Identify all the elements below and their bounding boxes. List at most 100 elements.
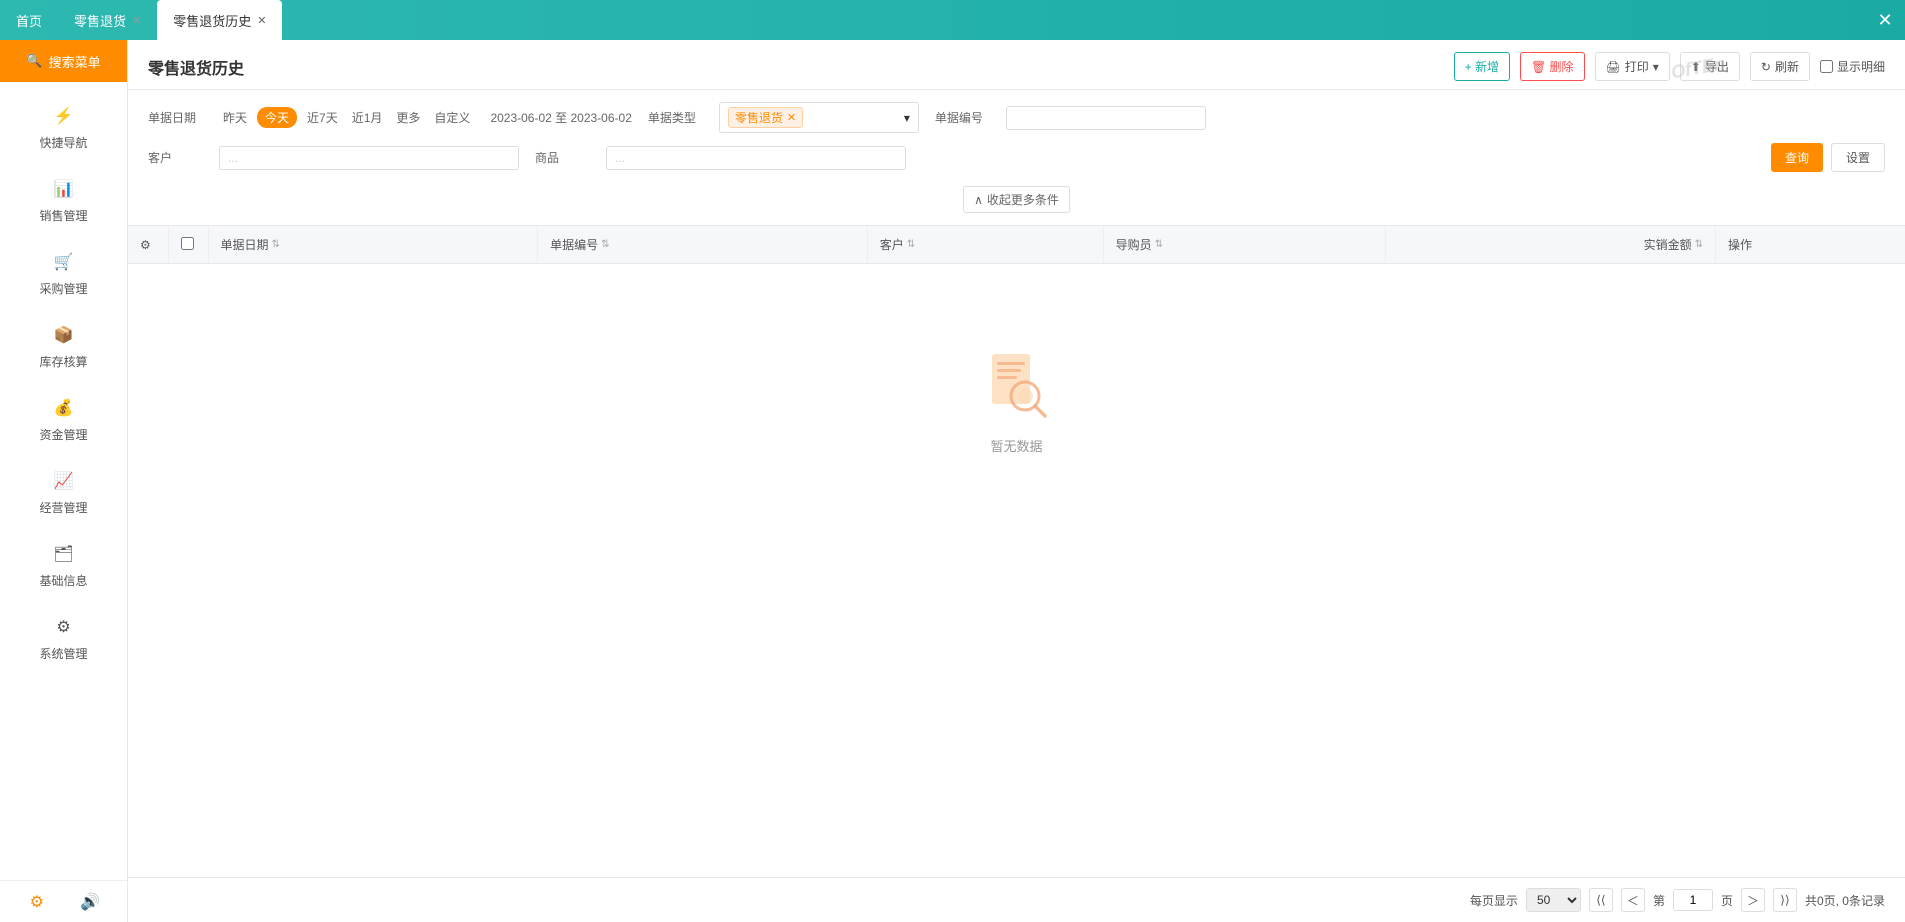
date-btn-today[interactable]: 今天 (257, 107, 297, 128)
tab-home[interactable]: 首页 (0, 0, 58, 40)
refresh-button[interactable]: ↻ 刷新 (1750, 52, 1810, 81)
sidebar-nav: ⚡ 快捷导航 📊 销售管理 🛒 采购管理 📦 库存核算 💰 资金管理 📈 (0, 82, 127, 880)
sidebar-item-operations[interactable]: 📈 经营管理 (0, 455, 127, 528)
last-page-button[interactable]: ⟩⟩ (1773, 888, 1797, 912)
window-close-button[interactable]: ✕ (1865, 0, 1905, 40)
sidebar-item-label: 库存核算 (39, 353, 87, 370)
voucher-type-tag-close[interactable]: ✕ (787, 111, 796, 124)
date-range-display: 2023-06-02 至 2023-06-02 (490, 109, 631, 126)
page-label-prefix: 第 (1653, 892, 1665, 909)
sidebar-item-sales[interactable]: 📊 销售管理 (0, 163, 127, 236)
page-size-select[interactable]: 20 50 100 (1526, 888, 1581, 912)
quick-nav-icon: ⚡ (50, 102, 78, 130)
filter-action-buttons: 查询 设置 (1771, 143, 1885, 172)
table-container: ⚙ 单据日期 ⇅ 单据编号 (128, 226, 1905, 877)
tab-retail-return-history[interactable]: 零售退货历史 ✕ (157, 0, 282, 40)
empty-row: 暂无数据 (128, 264, 1905, 536)
sidebar-bottom: ⚙ 🔊 (0, 880, 127, 922)
next-page-button[interactable]: ＞ (1741, 888, 1765, 912)
th-settings[interactable]: ⚙ (128, 226, 168, 264)
new-button[interactable]: + 新增 (1454, 52, 1510, 81)
date-btn-7days[interactable]: 近7天 (303, 107, 342, 128)
th-amount-sort-icon: ⇅ (1695, 239, 1703, 250)
data-table: ⚙ 单据日期 ⇅ 单据编号 (128, 226, 1905, 535)
sidebar: 🔍 搜索菜单 ⚡ 快捷导航 📊 销售管理 🛒 采购管理 📦 库存核算 💰 (0, 40, 128, 922)
sidebar-item-label: 采购管理 (39, 280, 87, 297)
filter-area: 单据日期 昨天 今天 近7天 近1月 更多 自定义 2023-06-02 至 2… (128, 90, 1905, 226)
print-icon: 🖨 (1606, 60, 1621, 74)
tab-retail-return-history-close[interactable]: ✕ (257, 14, 266, 27)
date-btn-custom[interactable]: 自定义 (430, 107, 474, 128)
purchase-icon: 🛒 (50, 248, 78, 276)
date-btn-more[interactable]: 更多 (392, 107, 424, 128)
show-detail-text: 显示明细 (1837, 58, 1885, 75)
export-label: 导出 (1705, 58, 1729, 75)
th-guide-label: 导购员 (1116, 236, 1152, 253)
tab-retail-return-close[interactable]: ✕ (132, 14, 141, 27)
sidebar-search-label: 搜索菜单 (49, 52, 101, 71)
sidebar-item-system[interactable]: ⚙ 系统管理 (0, 601, 127, 674)
sidebar-item-purchase[interactable]: 🛒 采购管理 (0, 236, 127, 309)
empty-cell: 暂无数据 (128, 264, 1905, 536)
page-number-input[interactable]: 1 (1673, 889, 1713, 911)
filter-row-2: 客户 ... 商品 ... 查询 设置 (148, 143, 1885, 172)
query-button[interactable]: 查询 (1771, 143, 1823, 172)
page-header: 零售退货历史 + 新增 🗑 删除 🖨 打印 ▾ ⬆ 导出 ↻ (128, 40, 1905, 90)
th-number-sort-icon: ⇅ (601, 239, 609, 250)
pagination-bar: 每页显示 20 50 100 ⟨⟨ ＜ 第 1 页 ＞ ⟩⟩ 共0页, 0条记录 (128, 877, 1905, 922)
tab-retail-return-history-label: 零售退货历史 (173, 11, 251, 30)
tab-retail-return[interactable]: 零售退货 ✕ (58, 0, 157, 40)
th-customer-label: 客户 (880, 236, 904, 253)
tab-list: 首页 零售退货 ✕ 零售退货历史 ✕ (0, 0, 1865, 40)
th-date-label: 单据日期 (221, 236, 269, 253)
table-head: ⚙ 单据日期 ⇅ 单据编号 (128, 226, 1905, 264)
th-amount-label: 实销金额 (1644, 236, 1692, 253)
goods-input-placeholder: ... (615, 151, 897, 165)
voucher-number-input[interactable] (1006, 106, 1206, 130)
date-btn-1month[interactable]: 近1月 (348, 107, 387, 128)
delete-button[interactable]: 🗑 删除 (1520, 52, 1585, 81)
collapse-up-icon: ∧ (974, 193, 983, 207)
main-layout: 🔍 搜索菜单 ⚡ 快捷导航 📊 销售管理 🛒 采购管理 📦 库存核算 💰 (0, 40, 1905, 922)
goods-input-container[interactable]: ... (606, 146, 906, 170)
finance-icon: 💰 (50, 394, 78, 422)
sales-icon: 📊 (50, 175, 78, 203)
th-amount[interactable]: 实销金额 ⇅ (1386, 226, 1716, 264)
th-number[interactable]: 单据编号 ⇅ (538, 226, 868, 264)
refresh-icon: ↻ (1761, 60, 1771, 74)
date-btn-yesterday[interactable]: 昨天 (219, 107, 251, 128)
sidebar-item-quick-nav[interactable]: ⚡ 快捷导航 (0, 90, 127, 163)
export-icon: ⬆ (1691, 60, 1701, 74)
prev-page-button[interactable]: ＜ (1621, 888, 1645, 912)
voucher-type-select[interactable]: 零售退货 ✕ ▾ (719, 102, 919, 133)
th-guide[interactable]: 导购员 ⇅ (1103, 226, 1386, 264)
th-number-label: 单据编号 (550, 236, 598, 253)
th-customer[interactable]: 客户 ⇅ (867, 226, 1103, 264)
print-button[interactable]: 🖨 打印 ▾ (1595, 52, 1670, 81)
customer-input-container[interactable]: ... (219, 146, 519, 170)
sidebar-item-label: 经营管理 (39, 499, 87, 516)
volume-icon[interactable]: 🔊 (75, 887, 105, 917)
date-range-text: 2023-06-02 至 2023-06-02 (490, 109, 631, 126)
collapse-button[interactable]: ∧ 收起更多条件 (963, 186, 1070, 213)
sidebar-search[interactable]: 🔍 搜索菜单 (0, 40, 127, 82)
sidebar-item-base-info[interactable]: 🗂 基础信息 (0, 528, 127, 601)
export-button[interactable]: ⬆ 导出 (1680, 52, 1740, 81)
show-detail-label[interactable]: 显示明细 (1820, 58, 1885, 75)
content-area: 零售退货历史 + 新增 🗑 删除 🖨 打印 ▾ ⬆ 导出 ↻ (128, 40, 1905, 922)
first-page-button[interactable]: ⟨⟨ (1589, 888, 1613, 912)
sidebar-item-inventory[interactable]: 📦 库存核算 (0, 309, 127, 382)
sidebar-item-label: 销售管理 (39, 207, 87, 224)
date-filter-label: 单据日期 (148, 109, 203, 126)
settings-button[interactable]: 设置 (1831, 143, 1885, 172)
sidebar-item-label: 系统管理 (39, 645, 87, 662)
th-checkbox (168, 226, 208, 264)
select-all-checkbox[interactable] (181, 237, 194, 250)
settings-bottom-icon[interactable]: ⚙ (22, 887, 52, 917)
customer-filter-label: 客户 (148, 149, 203, 166)
show-detail-checkbox[interactable] (1820, 60, 1833, 73)
th-action: 操作 (1715, 226, 1905, 264)
inventory-icon: 📦 (50, 321, 78, 349)
sidebar-item-finance[interactable]: 💰 资金管理 (0, 382, 127, 455)
th-date[interactable]: 单据日期 ⇅ (208, 226, 538, 264)
